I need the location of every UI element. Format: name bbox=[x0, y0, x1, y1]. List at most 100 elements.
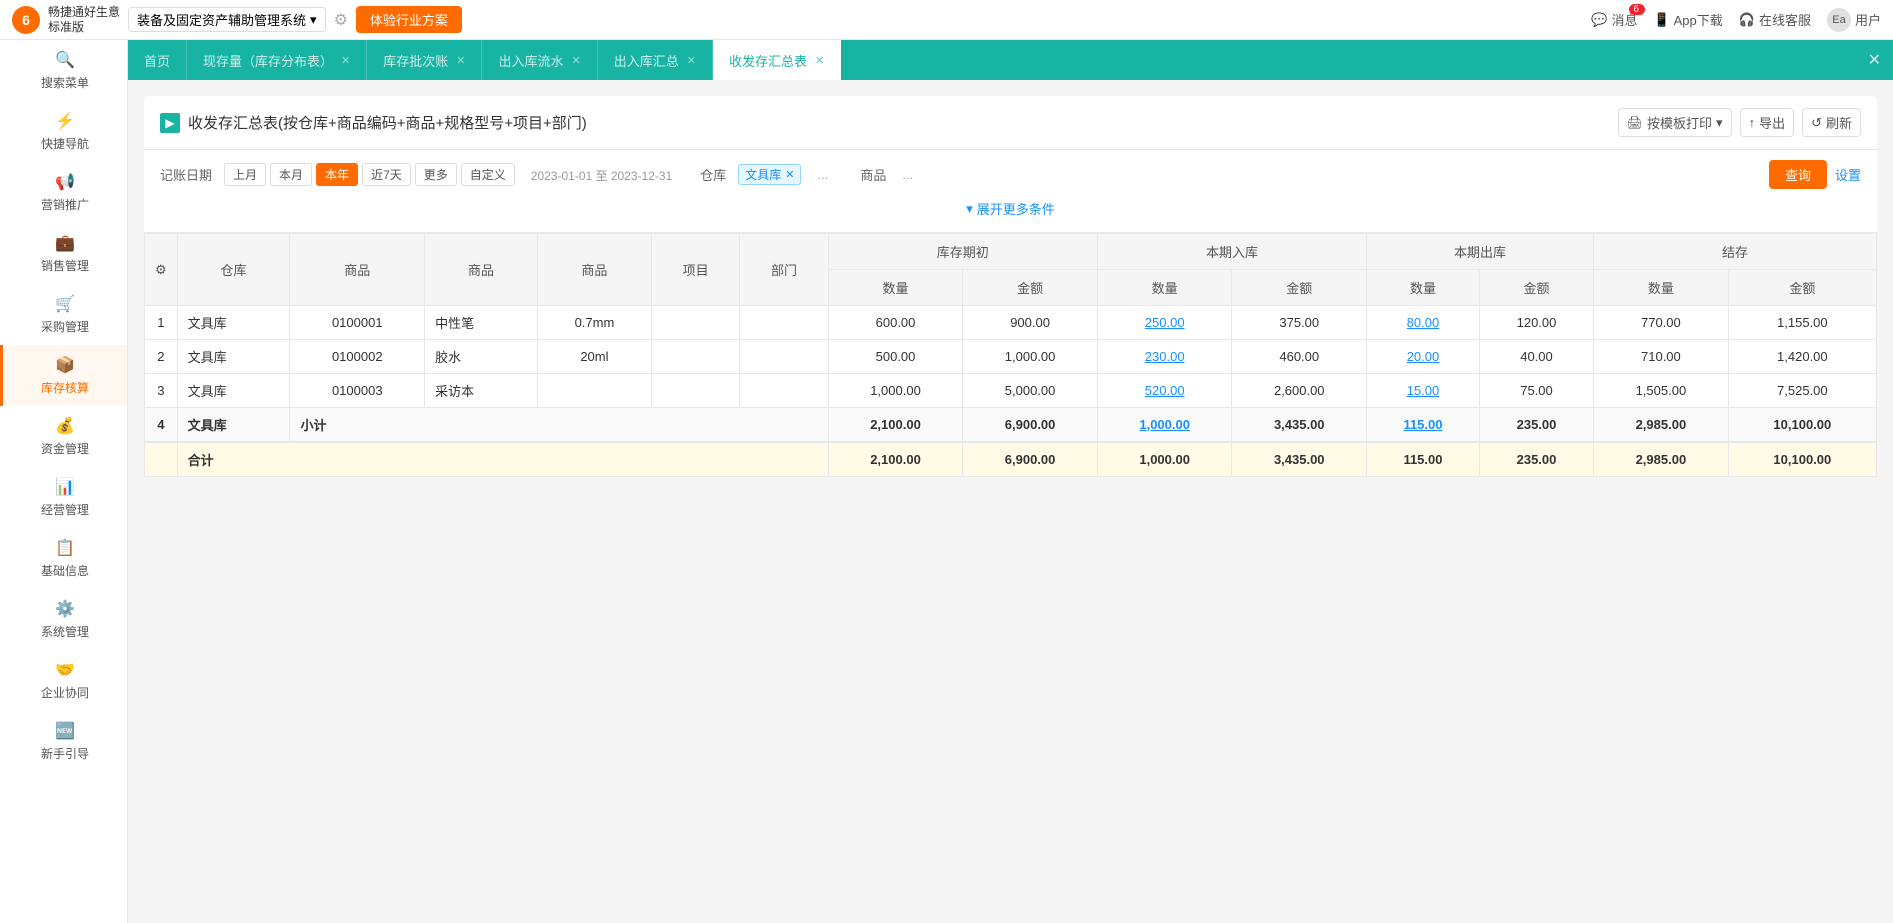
query-button[interactable]: 查询 bbox=[1769, 160, 1827, 189]
purchase-icon: 🛒 bbox=[55, 294, 75, 314]
sidebar-item-purchase[interactable]: 🛒 采购管理 bbox=[0, 284, 127, 345]
sidebar-label-quick: 快捷导航 bbox=[41, 135, 89, 152]
last-7-days-btn[interactable]: 近7天 bbox=[362, 163, 411, 186]
this-year-btn[interactable]: 本年 bbox=[316, 163, 358, 186]
more-btn[interactable]: 更多 bbox=[415, 163, 457, 186]
sidebar-item-marketing[interactable]: 📢 营销推广 bbox=[0, 162, 127, 223]
tab-batch[interactable]: 库存批次账 ✕ bbox=[367, 40, 482, 80]
filter-area: 记账日期 上月 本月 本年 近7天 更多 自定义 2023-01-01 至 20… bbox=[144, 150, 1877, 233]
online-service-button[interactable]: 🎧 在线客服 bbox=[1739, 10, 1811, 29]
subtotal-row: 4 文具库 小计 2,100.00 6,900.00 1,000.00 3,43… bbox=[145, 408, 1877, 443]
goods-more-button[interactable]: ... bbox=[902, 167, 913, 182]
try-button[interactable]: 体验行业方案 bbox=[356, 6, 462, 33]
export-icon: ↑ bbox=[1749, 115, 1756, 130]
system-selector[interactable]: 装备及固定资产辅助管理系统 ▾ bbox=[128, 7, 326, 32]
main-layout: 🔍 搜索菜单 ⚡ 快捷导航 📢 营销推广 💼 销售管理 🛒 采购管理 📦 库存核… bbox=[0, 40, 1893, 923]
sidebar-label-marketing: 营销推广 bbox=[41, 196, 89, 213]
sidebar-item-basic[interactable]: 📋 基础信息 bbox=[0, 528, 127, 589]
closing-group-header: 结存 bbox=[1594, 234, 1877, 270]
footer-close-qty: 2,985.00 bbox=[1594, 442, 1729, 477]
subtotal-out-qty-link[interactable]: 115.00 bbox=[1403, 417, 1442, 432]
settings-link[interactable]: 设置 bbox=[1835, 165, 1861, 184]
finance-icon: 💰 bbox=[55, 416, 75, 436]
footer-open-amt: 6,900.00 bbox=[963, 442, 1098, 477]
export-button[interactable]: ↑ 导出 bbox=[1740, 108, 1795, 137]
footer-in-amt: 3,435.00 bbox=[1232, 442, 1367, 477]
tab-bar: 首页 现存量（库存分布表） ✕ 库存批次账 ✕ 出入库流水 ✕ 出入库汇总 ✕ … bbox=[128, 40, 1893, 80]
warehouse-tag: 文具库 ✕ bbox=[738, 164, 801, 185]
sidebar-item-search[interactable]: 🔍 搜索菜单 bbox=[0, 40, 127, 101]
expand-conditions-button[interactable]: ▾ 展开更多条件 bbox=[966, 195, 1055, 222]
sidebar-item-quick[interactable]: ⚡ 快捷导航 bbox=[0, 101, 127, 162]
basic-icon: 📋 bbox=[55, 538, 75, 558]
subtotal-in-qty-link[interactable]: 1,000.00 bbox=[1139, 417, 1190, 432]
sidebar-label-search: 搜索菜单 bbox=[41, 74, 89, 91]
sidebar-item-guide[interactable]: 🆕 新手引导 bbox=[0, 711, 127, 772]
footer-out-amt: 235.00 bbox=[1479, 442, 1593, 477]
warehouse-col-header: 仓库 bbox=[177, 234, 290, 306]
tab-inout-flow[interactable]: 出入库流水 ✕ bbox=[482, 40, 597, 80]
notification-icon: 💬 bbox=[1591, 12, 1607, 28]
dropdown-icon: ▾ bbox=[310, 12, 317, 28]
sidebar-item-sales[interactable]: 💼 销售管理 bbox=[0, 223, 127, 284]
print-template-button[interactable]: 🖨 按模板打印 ▾ bbox=[1618, 108, 1732, 137]
last-month-btn[interactable]: 上月 bbox=[224, 163, 266, 186]
remove-warehouse-tag[interactable]: ✕ bbox=[785, 168, 794, 181]
tab-receive-summary[interactable]: 收发存汇总表 ✕ bbox=[713, 40, 841, 80]
tab-stock-dist[interactable]: 现存量（库存分布表） ✕ bbox=[187, 40, 367, 80]
tab-inout-summary[interactable]: 出入库汇总 ✕ bbox=[598, 40, 713, 80]
top-bar-right: 💬 消息 6 📱 App下载 🎧 在线客服 Ea 用户 bbox=[1591, 8, 1881, 32]
in-qty-header: 数量 bbox=[1097, 270, 1232, 306]
in-qty-link[interactable]: 250.00 bbox=[1145, 315, 1185, 330]
open-amt-header: 金额 bbox=[963, 270, 1098, 306]
table-row: 3 文具库 0100003 采访本 1,000.00 5,000.00 520.… bbox=[145, 374, 1877, 408]
content-area: 首页 现存量（库存分布表） ✕ 库存批次账 ✕ 出入库流水 ✕ 出入库汇总 ✕ … bbox=[128, 40, 1893, 923]
close-icon[interactable]: ✕ bbox=[687, 54, 696, 67]
sidebar-item-system[interactable]: ⚙️ 系统管理 bbox=[0, 589, 127, 650]
in-qty-link[interactable]: 520.00 bbox=[1145, 383, 1185, 398]
close-all-tabs-button[interactable]: ✕ bbox=[1856, 50, 1893, 70]
out-qty-link[interactable]: 15.00 bbox=[1407, 383, 1440, 398]
chevron-down-icon: ▾ bbox=[1716, 115, 1723, 131]
sidebar-item-enterprise[interactable]: 🤝 企业协同 bbox=[0, 650, 127, 711]
sidebar-item-operations[interactable]: 📊 经营管理 bbox=[0, 467, 127, 528]
table-wrapper: ⚙ 仓库 商品 商品 商品 项目 部门 库存期初 本期入库 本期出库 结存 bbox=[144, 233, 1877, 477]
tab-home[interactable]: 首页 bbox=[128, 40, 187, 80]
sidebar-label-guide: 新手引导 bbox=[41, 745, 89, 762]
refresh-button[interactable]: ↺ 刷新 bbox=[1802, 108, 1861, 137]
warehouse-more-button[interactable]: ... bbox=[817, 167, 828, 182]
close-icon[interactable]: ✕ bbox=[456, 54, 465, 67]
notification-button[interactable]: 💬 消息 6 bbox=[1591, 10, 1637, 29]
sidebar-item-inventory[interactable]: 📦 库存核算 bbox=[0, 345, 127, 406]
sidebar-label-inventory: 库存核算 bbox=[41, 379, 89, 396]
dept-col-header: 部门 bbox=[740, 234, 828, 306]
logo-text: 畅捷通好生意 标准版 bbox=[48, 5, 120, 34]
in-qty-link[interactable]: 230.00 bbox=[1145, 349, 1185, 364]
close-icon[interactable]: ✕ bbox=[572, 54, 581, 67]
app-download-button[interactable]: 📱 App下载 bbox=[1653, 10, 1722, 29]
sidebar: 🔍 搜索菜单 ⚡ 快捷导航 📢 营销推广 💼 销售管理 🛒 采购管理 📦 库存核… bbox=[0, 40, 128, 923]
close-amt-header: 金额 bbox=[1728, 270, 1876, 306]
sidebar-label-purchase: 采购管理 bbox=[41, 318, 89, 335]
out-qty-link[interactable]: 20.00 bbox=[1407, 349, 1440, 364]
sidebar-label-finance: 资金管理 bbox=[41, 440, 89, 457]
operations-icon: 📊 bbox=[55, 477, 75, 497]
date-label: 记账日期 bbox=[160, 165, 212, 184]
page-actions: 🖨 按模板打印 ▾ ↑ 导出 ↺ 刷新 bbox=[1618, 108, 1862, 137]
out-amt-header: 金额 bbox=[1479, 270, 1593, 306]
sidebar-item-finance[interactable]: 💰 资金管理 bbox=[0, 406, 127, 467]
settings-icon[interactable]: ⚙ bbox=[334, 10, 348, 30]
close-icon[interactable]: ✕ bbox=[341, 54, 350, 67]
expand-collapse-button[interactable]: ▶ bbox=[160, 113, 180, 133]
system-name-label: 装备及固定资产辅助管理系统 bbox=[137, 10, 306, 29]
close-icon-active[interactable]: ✕ bbox=[815, 54, 824, 67]
custom-btn[interactable]: 自定义 bbox=[461, 163, 515, 186]
footer-in-qty: 1,000.00 bbox=[1097, 442, 1232, 477]
user-menu[interactable]: Ea 用户 bbox=[1827, 8, 1881, 32]
goods-name-col-header: 商品 bbox=[425, 234, 538, 306]
column-settings-icon: ⚙ bbox=[155, 262, 167, 277]
open-qty-header: 数量 bbox=[828, 270, 963, 306]
this-month-btn[interactable]: 本月 bbox=[270, 163, 312, 186]
settings-col-header[interactable]: ⚙ bbox=[145, 234, 178, 306]
out-qty-link[interactable]: 80.00 bbox=[1407, 315, 1440, 330]
